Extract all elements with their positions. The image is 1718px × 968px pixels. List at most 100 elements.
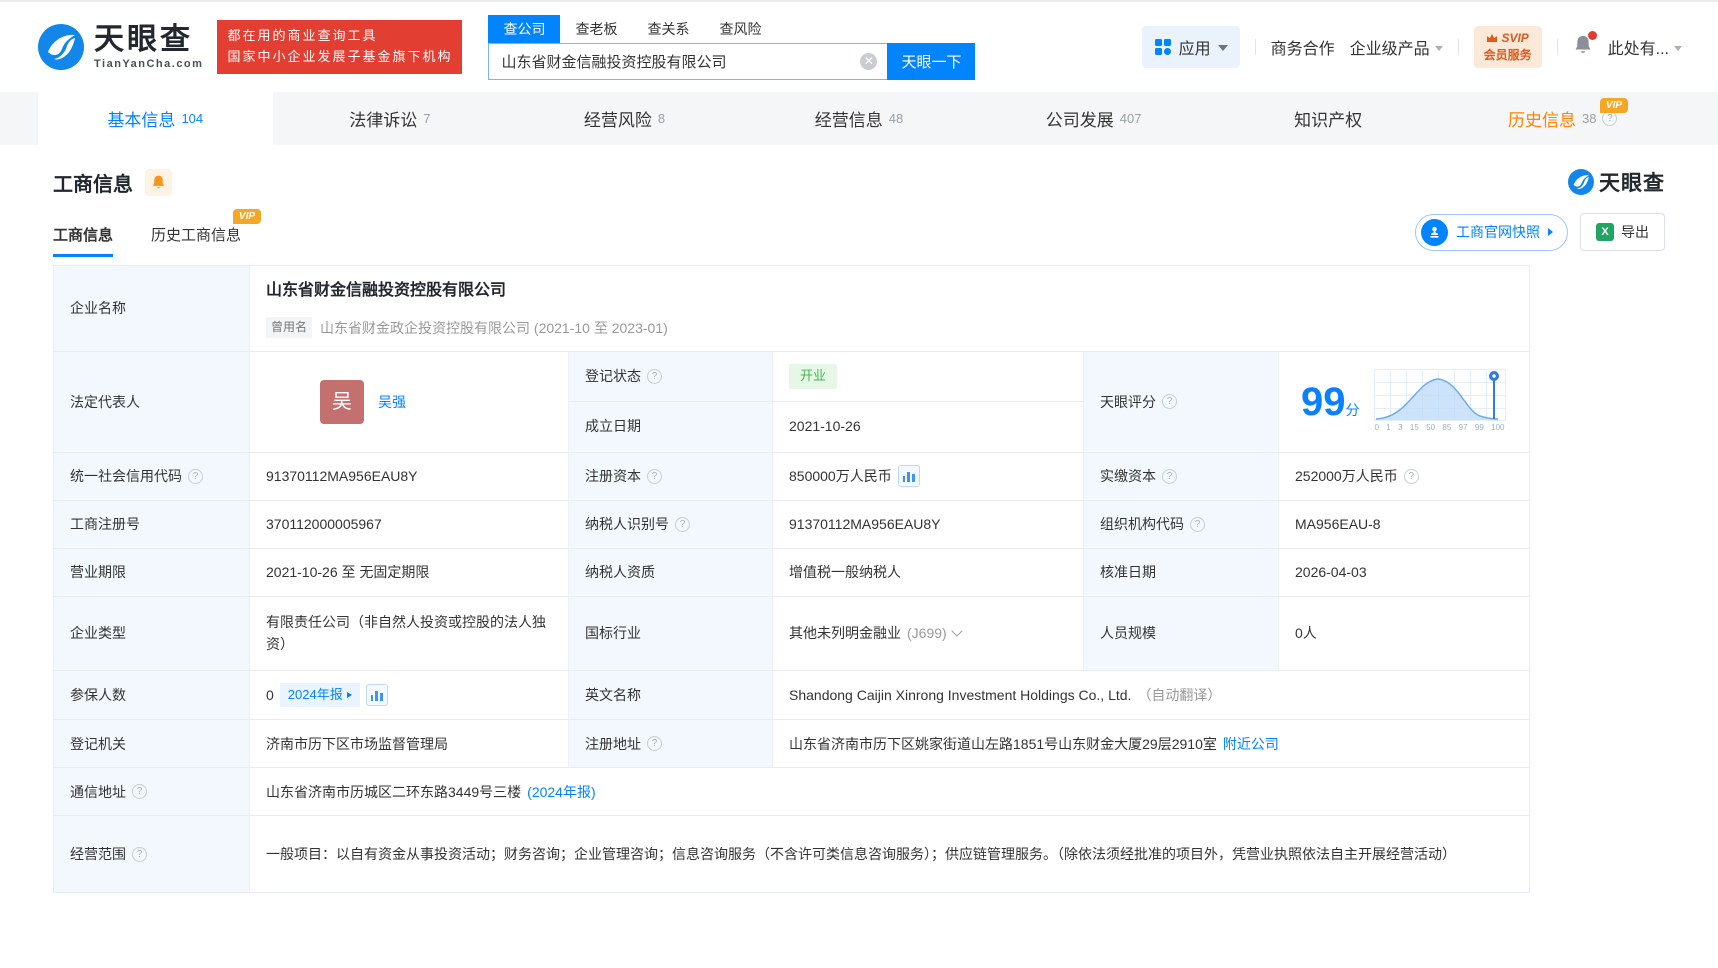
label-text: 纳税人识别号: [585, 515, 669, 532]
field-label-uscc: 统一社会信用代码 ?: [54, 452, 250, 500]
field-label-english-name: 英文名称: [569, 670, 773, 720]
help-icon[interactable]: ?: [647, 368, 662, 384]
user-menu[interactable]: 此处有...: [1608, 35, 1682, 59]
score-unit: 分: [1345, 401, 1360, 418]
tab-label: 知识产权: [1294, 111, 1363, 130]
vip-badge: VIP: [1599, 98, 1629, 113]
label-text: 通信地址: [70, 783, 126, 800]
chevron-down-icon: [1434, 45, 1443, 51]
tianyancha-logo-icon: [1568, 169, 1594, 195]
help-icon[interactable]: ?: [1602, 111, 1618, 126]
svip-member-button[interactable]: SVIP 会员服务: [1473, 25, 1542, 69]
bell-icon: [152, 175, 165, 188]
table-row: 登记机关 济南市历下区市场监督管理局 注册地址 ? 山东省济南市历下区姚家街道山…: [54, 720, 1529, 769]
table-row: 工商注册号 370112000005967 纳税人识别号 ? 91370112M…: [54, 500, 1529, 549]
field-label-industry: 国标行业: [569, 596, 773, 670]
official-snapshot-button[interactable]: 工商官网快照: [1415, 213, 1568, 251]
reg-authority-value: 济南市历下区市场监督管理局: [250, 720, 569, 768]
tab-company-development[interactable]: 公司发展 407: [976, 92, 1211, 145]
field-label-reg-number: 工商注册号: [54, 500, 250, 548]
export-button[interactable]: X 导出: [1580, 213, 1665, 251]
mail-address-report-link[interactable]: (2024年报): [527, 781, 595, 803]
watermark-text: 天眼查: [1599, 172, 1665, 195]
table-row: 法定代表人 吴 吴强 登记状态 ? 开业 成立日期 2021-10-26 天眼评…: [54, 351, 1529, 453]
slogan-line2: 国家中小企业发展子基金旗下机构: [227, 49, 453, 64]
search-input[interactable]: [488, 42, 888, 80]
enterprise-products-label: 企业级产品: [1349, 41, 1430, 58]
snapshot-label: 工商官网快照: [1456, 224, 1540, 240]
nav-enterprise-products[interactable]: 企业级产品: [1350, 35, 1443, 59]
apps-menu-button[interactable]: 应用: [1141, 26, 1240, 68]
nearby-companies-link[interactable]: 附近公司: [1223, 733, 1279, 755]
tab-label: 公司发展: [1045, 111, 1114, 130]
tab-operating-risk[interactable]: 经营风险 8: [507, 92, 742, 145]
tab-business-info[interactable]: 经营信息 48: [742, 92, 977, 145]
help-icon[interactable]: ?: [132, 846, 147, 862]
reg-capital-value: 850000万人民币: [789, 467, 892, 484]
field-label-company-name: 企业名称: [54, 266, 250, 351]
table-row: 统一社会信用代码 ? 91370112MA956EAU8Y 注册资本 ? 850…: [54, 452, 1529, 501]
field-label-mail-address: 通信地址 ?: [54, 768, 250, 816]
field-label-legal-rep: 法定代表人: [54, 351, 250, 452]
insured-chart-icon[interactable]: [365, 683, 388, 706]
label-text: 天眼评分: [1100, 393, 1156, 410]
help-icon[interactable]: ?: [1162, 394, 1177, 410]
tab-label: 经营风险: [583, 111, 652, 130]
vip-badge: VIP: [232, 209, 262, 224]
search-tab-boss[interactable]: 查老板: [560, 15, 632, 43]
help-icon[interactable]: ?: [188, 468, 203, 484]
taxpayer-id-value: 91370112MA956EAU8Y: [773, 500, 1084, 548]
help-icon[interactable]: ?: [647, 468, 662, 484]
tab-count: 104: [181, 111, 204, 126]
watermark-logo: 天眼查: [1568, 167, 1665, 197]
tianyancha-logo[interactable]: 天眼查 TianYanCha.com: [38, 24, 203, 70]
tab-label: 历史信息: [1508, 111, 1577, 130]
label-text: 注册资本: [585, 467, 641, 484]
search-tab-relation[interactable]: 查关系: [632, 15, 704, 43]
clear-search-icon[interactable]: ✕: [860, 52, 878, 70]
tab-count: 48: [888, 111, 904, 126]
apps-grid-icon: [1154, 39, 1171, 55]
uscc-value: 91370112MA956EAU8Y: [250, 452, 569, 500]
legal-rep-link[interactable]: 吴强: [378, 391, 406, 413]
slogan-line1: 都在用的商业查询工具: [227, 28, 378, 44]
top-bar: 天眼查 TianYanCha.com 都在用的商业查询工具 国家中小企业发展子基…: [0, 0, 1718, 92]
tab-basic-info[interactable]: 基本信息 104: [38, 92, 273, 145]
search-tab-company[interactable]: 查公司: [488, 14, 561, 43]
help-icon[interactable]: ?: [132, 784, 147, 800]
annual-report-badge[interactable]: 2024年报: [279, 682, 360, 708]
chevron-down-icon: [1674, 45, 1682, 51]
nav-business-coop[interactable]: 商务合作: [1271, 35, 1335, 59]
tianyan-score: 99: [1301, 379, 1346, 424]
help-icon[interactable]: ?: [675, 516, 690, 532]
search-button[interactable]: 天眼一下: [887, 42, 976, 80]
label-text: 经营范围: [70, 846, 126, 863]
help-icon[interactable]: ?: [647, 736, 662, 752]
subtab-business-registration[interactable]: 工商信息: [53, 224, 114, 257]
approval-date-value: 2026-04-03: [1279, 548, 1529, 596]
capital-chart-icon[interactable]: [897, 465, 920, 488]
subtab-history-registration[interactable]: 历史工商信息 VIP: [151, 209, 262, 257]
tab-legal-litigation[interactable]: 法律诉讼 7: [273, 92, 508, 145]
tab-count: 38: [1582, 111, 1597, 126]
table-row: 通信地址 ? 山东省济南市历城区二环东路3449号三楼 (2024年报): [54, 768, 1529, 817]
tab-history-info[interactable]: 历史信息 38 ? VIP: [1445, 92, 1680, 145]
svip-sub-label: 会员服务: [1483, 48, 1532, 62]
crown-icon: [1487, 34, 1498, 43]
avatar[interactable]: 吴: [320, 379, 364, 424]
export-label: 导出: [1621, 224, 1649, 240]
tab-intellectual-property[interactable]: 知识产权: [1211, 92, 1446, 145]
search-tabs: 查公司 查老板 查关系 查风险: [488, 14, 975, 43]
help-icon[interactable]: ?: [1190, 516, 1205, 532]
help-icon[interactable]: ?: [1162, 468, 1177, 484]
chevron-down-icon[interactable]: [951, 625, 963, 637]
subscribe-bell-button[interactable]: [145, 168, 172, 196]
paid-capital-value: 252000万人民币: [1295, 467, 1398, 484]
help-icon[interactable]: ?: [1403, 468, 1419, 484]
search-tab-risk[interactable]: 查风险: [704, 15, 776, 43]
taxpayer-quality-value: 增值税一般纳税人: [773, 548, 1084, 596]
notifications-button[interactable]: [1573, 30, 1597, 61]
tab-count: 407: [1119, 111, 1142, 126]
company-name[interactable]: 山东省财金信融投资控股有限公司: [266, 278, 506, 304]
mail-address-value: 山东省济南市历城区二环东路3449号三楼: [266, 783, 522, 800]
